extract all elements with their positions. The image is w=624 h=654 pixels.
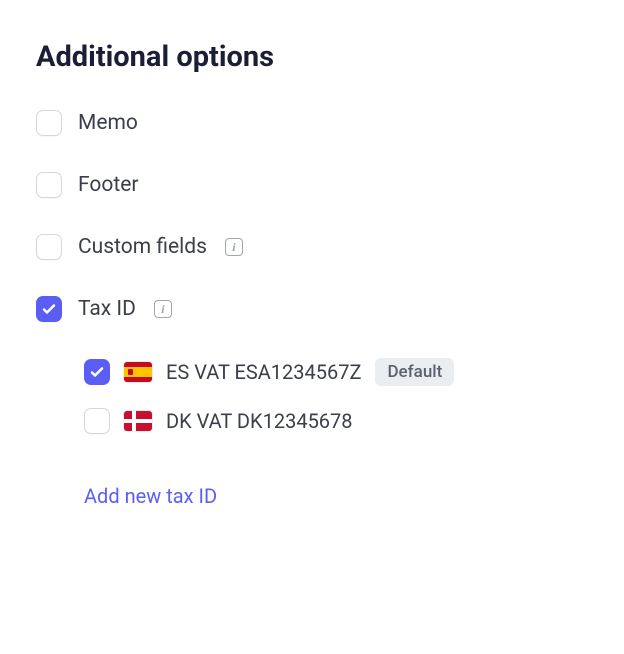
option-memo: Memo xyxy=(36,110,588,136)
check-icon xyxy=(41,301,57,317)
default-badge: Default xyxy=(375,358,454,386)
footer-checkbox[interactable] xyxy=(36,172,62,198)
tax-id-label: Tax ID xyxy=(78,297,136,321)
flag-spain-icon xyxy=(124,362,152,382)
section-heading: Additional options xyxy=(36,40,588,74)
tax-id-item-checkbox[interactable] xyxy=(84,359,110,385)
tax-id-row: DK VAT DK12345678 xyxy=(84,408,588,434)
memo-checkbox[interactable] xyxy=(36,110,62,136)
memo-label: Memo xyxy=(78,111,138,135)
info-icon[interactable]: i xyxy=(154,300,172,318)
custom-fields-label: Custom fields xyxy=(78,235,207,259)
tax-id-row: ES VAT ESA1234567Z Default xyxy=(84,358,588,386)
option-tax-id: Tax ID i xyxy=(36,296,588,322)
info-icon[interactable]: i xyxy=(225,238,243,256)
check-icon xyxy=(89,364,105,380)
footer-label: Footer xyxy=(78,173,138,197)
tax-id-value: DK VAT DK12345678 xyxy=(166,409,353,433)
option-footer: Footer xyxy=(36,172,588,198)
option-custom-fields: Custom fields i xyxy=(36,234,588,260)
tax-id-list: ES VAT ESA1234567Z Default DK VAT DK1234… xyxy=(84,358,588,508)
add-tax-id-link[interactable]: Add new tax ID xyxy=(84,484,217,508)
tax-id-item-checkbox[interactable] xyxy=(84,408,110,434)
tax-id-value: ES VAT ESA1234567Z xyxy=(166,360,361,384)
flag-denmark-icon xyxy=(124,411,152,431)
custom-fields-checkbox[interactable] xyxy=(36,234,62,260)
tax-id-checkbox[interactable] xyxy=(36,296,62,322)
